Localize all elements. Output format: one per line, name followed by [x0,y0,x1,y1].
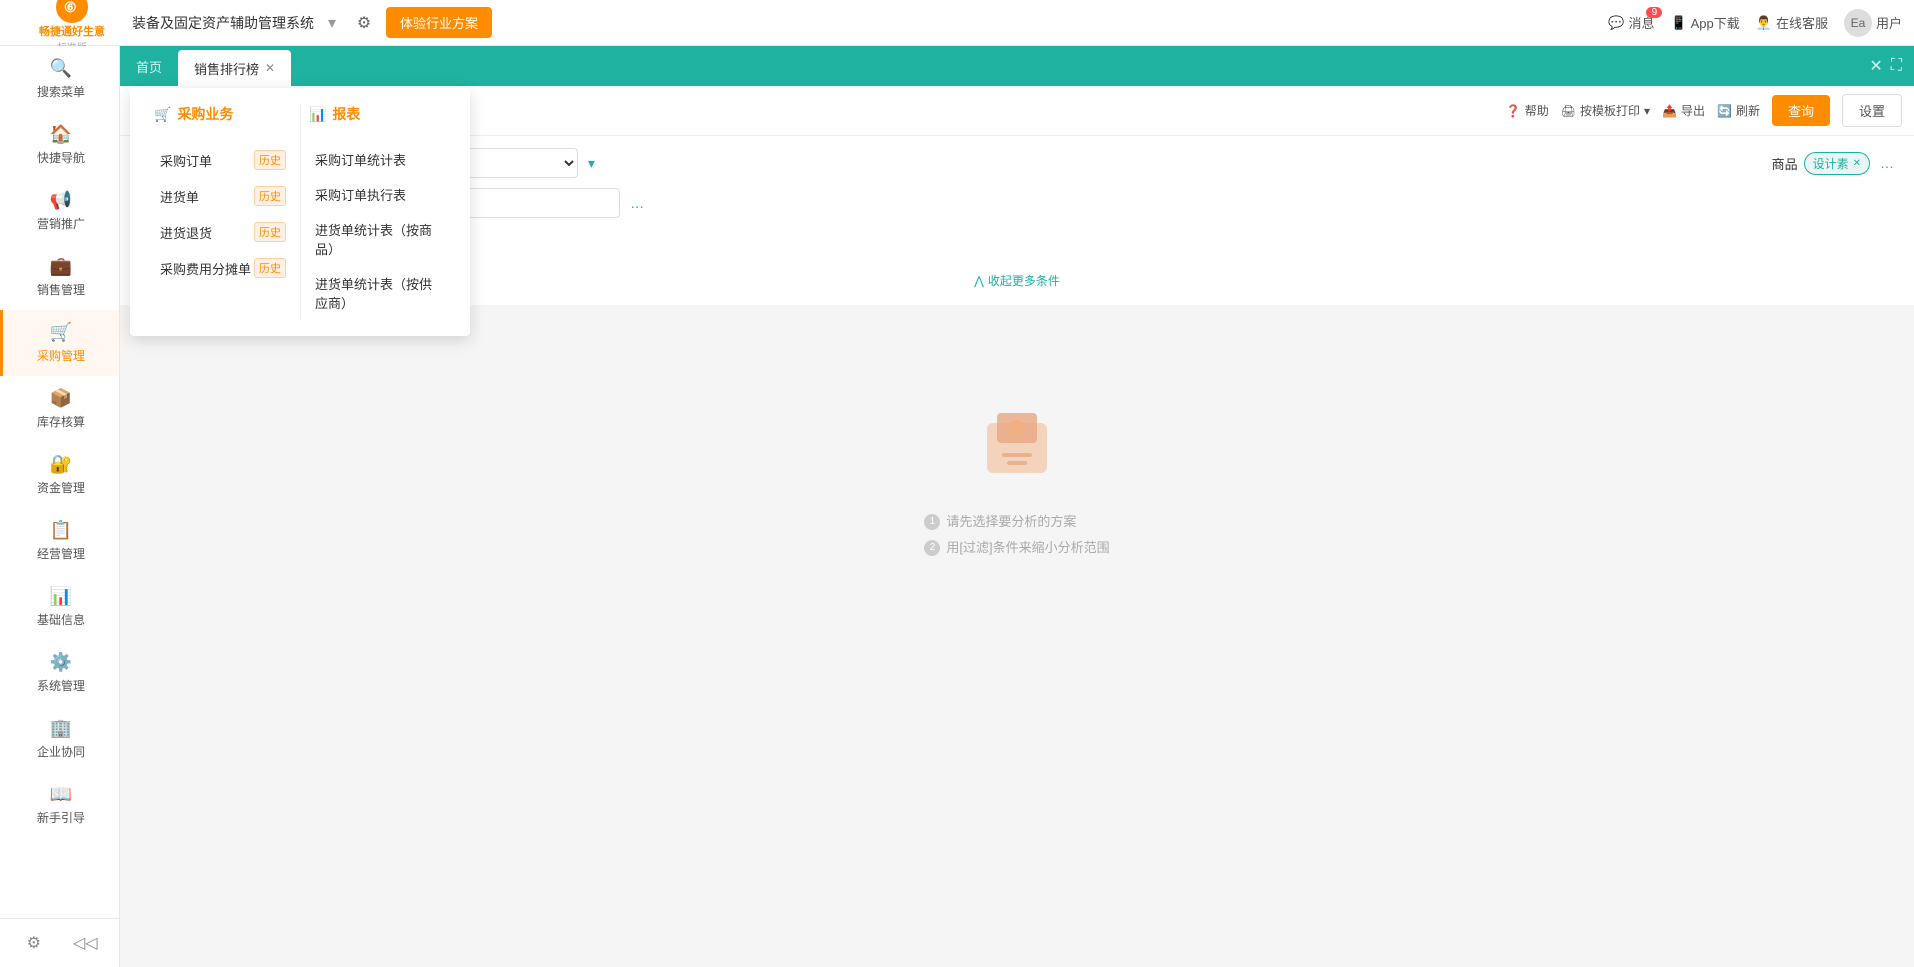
menu-item-inbound-stats-supplier[interactable]: 进货单统计表（按供应商） [309,266,446,320]
return-label: 进货退货 [160,223,212,242]
menu-item-purchase-order[interactable]: 采购订单 历史 [154,142,292,178]
purchase-section-icon: 🛒 [154,106,171,123]
inbound-history[interactable]: 历史 [254,186,286,206]
expense-label: 采购费用分摊单 [160,259,251,278]
expense-history[interactable]: 历史 [254,258,286,278]
menu-item-inbound-stats-product[interactable]: 进货单统计表（按商品） [309,212,446,266]
menu-item-expense[interactable]: 采购费用分摊单 历史 [154,250,292,286]
menu-item-purchase-order-stats[interactable]: 采购订单统计表 [309,142,446,177]
menu-section-purchase: 🛒 采购业务 采购订单 历史 进货单 历史 进货退货 历史 采购费用分摊单 历史 [146,104,300,320]
menu-section-purchase-title: 🛒 采购业务 [154,104,292,130]
inbound-stats-product-label: 进货单统计表（按商品） [315,220,440,258]
inbound-stats-supplier-label: 进货单统计表（按供应商） [315,274,440,312]
purchase-order-exec-label: 采购订单执行表 [315,185,406,204]
purchase-order-stats-label: 采购订单统计表 [315,150,406,169]
menu-item-return[interactable]: 进货退货 历史 [154,214,292,250]
purchase-dropdown-menu: 🛒 采购业务 采购订单 历史 进货单 历史 进货退货 历史 采购费用分摊单 历史… [130,88,470,336]
inbound-label: 进货单 [160,187,199,206]
menu-section-report: 📊 报表 采购订单统计表 采购订单执行表 进货单统计表（按商品） 进货单统计表（… [300,104,454,320]
purchase-order-label: 采购订单 [160,151,212,170]
purchase-order-history[interactable]: 历史 [254,150,286,170]
menu-section-report-title: 📊 报表 [309,104,446,130]
menu-item-purchase-order-exec[interactable]: 采购订单执行表 [309,177,446,212]
menu-item-inbound[interactable]: 进货单 历史 [154,178,292,214]
return-history[interactable]: 历史 [254,222,286,242]
report-section-icon: 📊 [309,106,326,123]
